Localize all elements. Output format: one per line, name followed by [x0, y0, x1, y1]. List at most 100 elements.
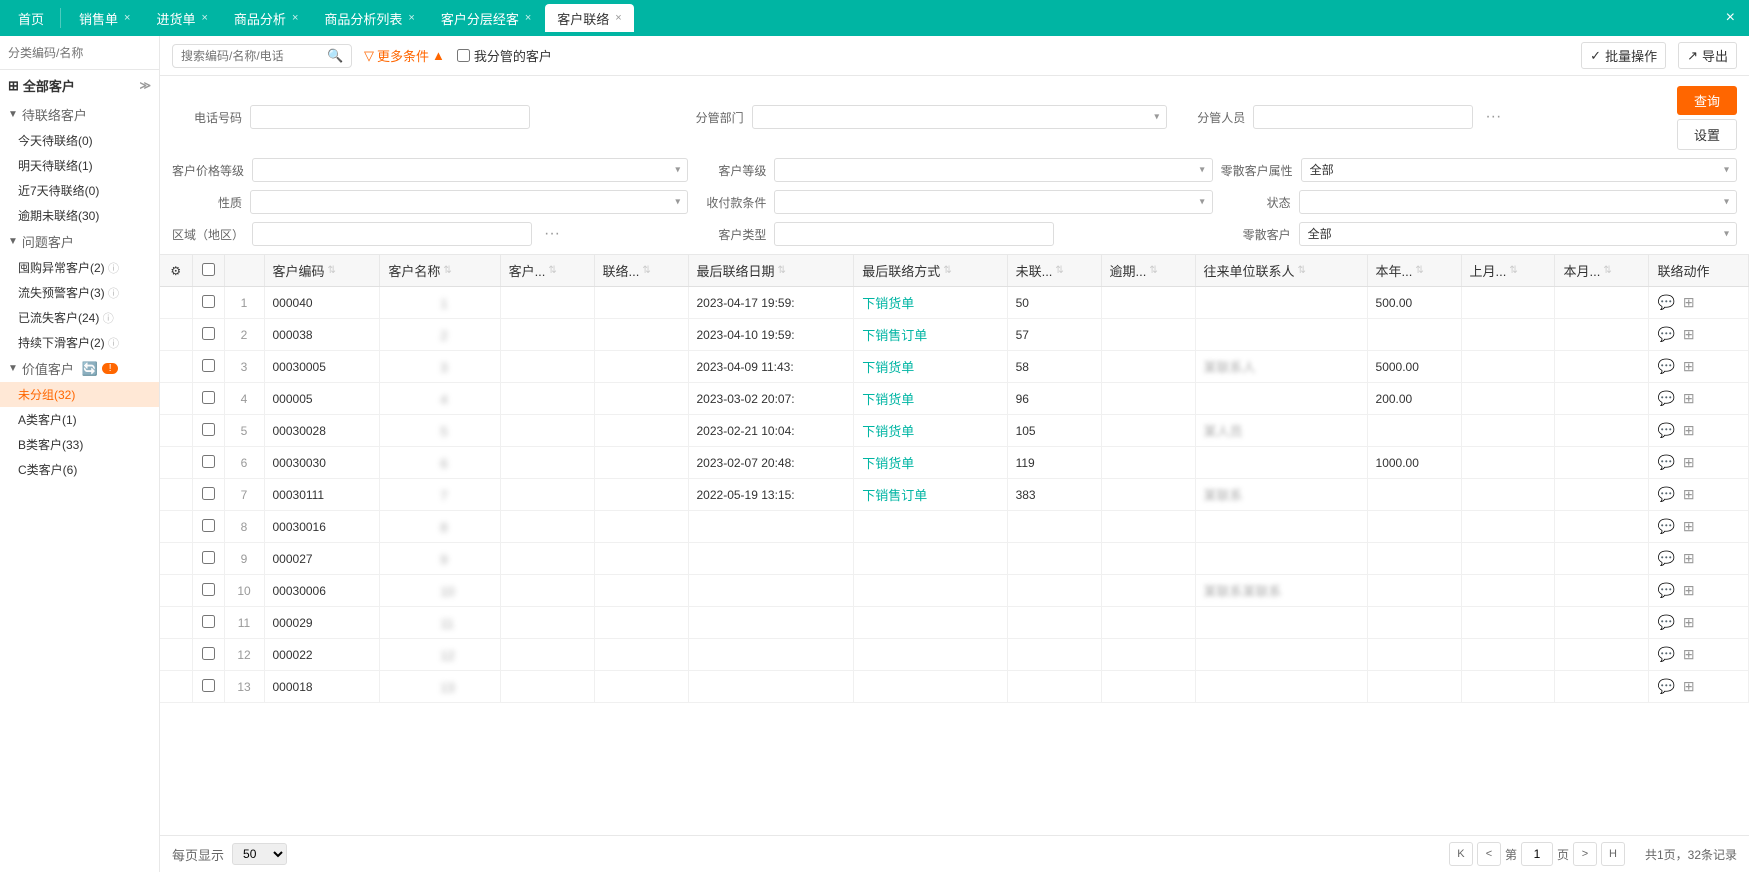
chat-icon-7[interactable]: 💬	[1657, 518, 1674, 535]
row-checkbox-11[interactable]	[202, 647, 215, 660]
td-checkbox-7[interactable]	[192, 511, 224, 543]
row-checkbox-0[interactable]	[202, 295, 215, 308]
th-checkbox[interactable]	[192, 255, 224, 287]
td-checkbox-8[interactable]	[192, 543, 224, 575]
th-col5[interactable]: 客户...⇅	[500, 255, 594, 287]
page-number-input[interactable]	[1521, 842, 1553, 866]
sidebar-item-class-b[interactable]: B类客户(33)	[0, 432, 159, 457]
chat-icon-2[interactable]: 💬	[1657, 358, 1674, 375]
sidebar-item-hoarding-abnormal[interactable]: 囤购异常客户(2) ⓘ	[0, 255, 159, 280]
last-page-btn[interactable]: H	[1601, 842, 1625, 866]
filter-input-phone[interactable]	[250, 105, 530, 129]
td-checkbox-2[interactable]	[192, 351, 224, 383]
th-this-month[interactable]: 本月...⇅	[1555, 255, 1649, 287]
chat-icon-6[interactable]: 💬	[1657, 486, 1674, 503]
last-method-link-4[interactable]: 下销货单	[862, 424, 914, 439]
td-checkbox-3[interactable]	[192, 383, 224, 415]
row-checkbox-7[interactable]	[202, 519, 215, 532]
sidebar-item-overdue-pending[interactable]: 逾期未联络(30)	[0, 203, 159, 228]
row-checkbox-3[interactable]	[202, 391, 215, 404]
th-code[interactable]: 客户编码⇅	[264, 255, 380, 287]
more-icon-10[interactable]: ⊞	[1683, 614, 1695, 631]
last-method-link-1[interactable]: 下销售订单	[862, 328, 927, 343]
filter-select-status[interactable]	[1299, 190, 1737, 214]
td-checkbox-12[interactable]	[192, 671, 224, 703]
row-checkbox-10[interactable]	[202, 615, 215, 628]
row-checkbox-5[interactable]	[202, 455, 215, 468]
main-search-input[interactable]	[181, 49, 321, 63]
tab-home[interactable]: 首页	[8, 0, 54, 36]
sidebar-item-churned[interactable]: 已流失客户(24) ⓘ	[0, 305, 159, 330]
more-icon-7[interactable]: ⊞	[1683, 518, 1695, 535]
sidebar-item-ungrouped[interactable]: 未分组(32)	[0, 382, 159, 407]
tab-customer-segment[interactable]: 客户分层经客 ×	[429, 4, 543, 32]
filter-select-payment[interactable]	[774, 190, 1212, 214]
filter-select-price[interactable]	[252, 158, 688, 182]
more-icon-4[interactable]: ⊞	[1683, 422, 1695, 439]
last-method-link-3[interactable]: 下销货单	[862, 392, 914, 407]
sidebar-item-7days-pending[interactable]: 近7天待联络(0)	[0, 178, 159, 203]
last-method-link-6[interactable]: 下销售订单	[862, 488, 927, 503]
close-window-btn[interactable]: ×	[1720, 9, 1741, 27]
row-checkbox-2[interactable]	[202, 359, 215, 372]
row-checkbox-6[interactable]	[202, 487, 215, 500]
filter-input-customer-type[interactable]	[774, 222, 1054, 246]
export-btn[interactable]: ↗ 导出	[1678, 42, 1737, 69]
sidebar-item-declining[interactable]: 持续下滑客户(2) ⓘ	[0, 330, 159, 355]
sidebar-item-churn-warning[interactable]: 流失预警客户(3) ⓘ	[0, 280, 159, 305]
sidebar-item-class-c[interactable]: C类客户(6)	[0, 457, 159, 482]
filter-select-nature[interactable]	[250, 190, 688, 214]
more-icon-5[interactable]: ⊞	[1683, 454, 1695, 471]
chat-icon-1[interactable]: 💬	[1657, 326, 1674, 343]
more-icon-0[interactable]: ⊞	[1683, 294, 1695, 311]
tab-customer-contact[interactable]: 客户联络 ×	[545, 4, 633, 32]
tab-product-analysis-list[interactable]: 商品分析列表 ×	[312, 4, 426, 32]
sidebar-all-customers[interactable]: ⊞ 全部客户 ≫	[0, 70, 159, 101]
chat-icon-0[interactable]: 💬	[1657, 294, 1674, 311]
row-checkbox-12[interactable]	[202, 679, 215, 692]
tab-customer-segment-close[interactable]: ×	[525, 12, 531, 24]
chat-icon-8[interactable]: 💬	[1657, 550, 1674, 567]
th-settings[interactable]: ⚙	[160, 255, 192, 287]
chat-icon-11[interactable]: 💬	[1657, 646, 1674, 663]
sidebar-section-value[interactable]: ▼ 价值客户 🔄 !	[0, 355, 159, 382]
row-checkbox-4[interactable]	[202, 423, 215, 436]
reset-button[interactable]: 设置	[1677, 119, 1737, 150]
more-icon-1[interactable]: ⊞	[1683, 326, 1695, 343]
th-last-month[interactable]: 上月...⇅	[1461, 255, 1555, 287]
more-icon-2[interactable]: ⊞	[1683, 358, 1695, 375]
filter-select-level[interactable]	[774, 158, 1212, 182]
th-last-date[interactable]: 最后联络日期⇅	[688, 255, 854, 287]
chat-icon-3[interactable]: 💬	[1657, 390, 1674, 407]
tab-sales[interactable]: 销售单 ×	[67, 4, 142, 32]
batch-operation-btn[interactable]: ✓ 批量操作	[1581, 42, 1666, 69]
filter-select-retail[interactable]: 全部	[1299, 222, 1737, 246]
page-size-select[interactable]: 50 10 20 100	[232, 843, 287, 865]
tab-purchase-close[interactable]: ×	[201, 12, 207, 24]
more-icon-8[interactable]: ⊞	[1683, 550, 1695, 567]
prev-page-btn[interactable]: <	[1477, 842, 1501, 866]
sidebar-item-tomorrow-pending[interactable]: 明天待联络(1)	[0, 153, 159, 178]
my-customers-check[interactable]	[457, 49, 470, 62]
sidebar-section-problem[interactable]: ▼ 问题客户	[0, 228, 159, 255]
filter-select-dept[interactable]	[752, 105, 1168, 129]
row-checkbox-9[interactable]	[202, 583, 215, 596]
last-method-link-0[interactable]: 下销货单	[862, 296, 914, 311]
tab-sales-close[interactable]: ×	[124, 12, 130, 24]
last-method-link-5[interactable]: 下销货单	[862, 456, 914, 471]
th-col6[interactable]: 联络...⇅	[594, 255, 688, 287]
sidebar-section-pending[interactable]: ▼ 待联络客户	[0, 101, 159, 128]
tab-product-analysis-close[interactable]: ×	[292, 12, 298, 24]
first-page-btn[interactable]: K	[1449, 842, 1473, 866]
more-icon-12[interactable]: ⊞	[1683, 678, 1695, 695]
filter-input-manager[interactable]	[1253, 105, 1473, 129]
tab-customer-contact-close[interactable]: ×	[615, 12, 621, 24]
sidebar-search-input[interactable]	[8, 46, 160, 60]
tab-purchase[interactable]: 进货单 ×	[144, 4, 219, 32]
td-checkbox-11[interactable]	[192, 639, 224, 671]
refresh-icon[interactable]: 🔄	[82, 361, 98, 377]
filter-dots-manager[interactable]: ···	[1481, 108, 1505, 126]
td-checkbox-1[interactable]	[192, 319, 224, 351]
th-no-contact[interactable]: 未联...⇅	[1007, 255, 1101, 287]
chat-icon-9[interactable]: 💬	[1657, 582, 1674, 599]
